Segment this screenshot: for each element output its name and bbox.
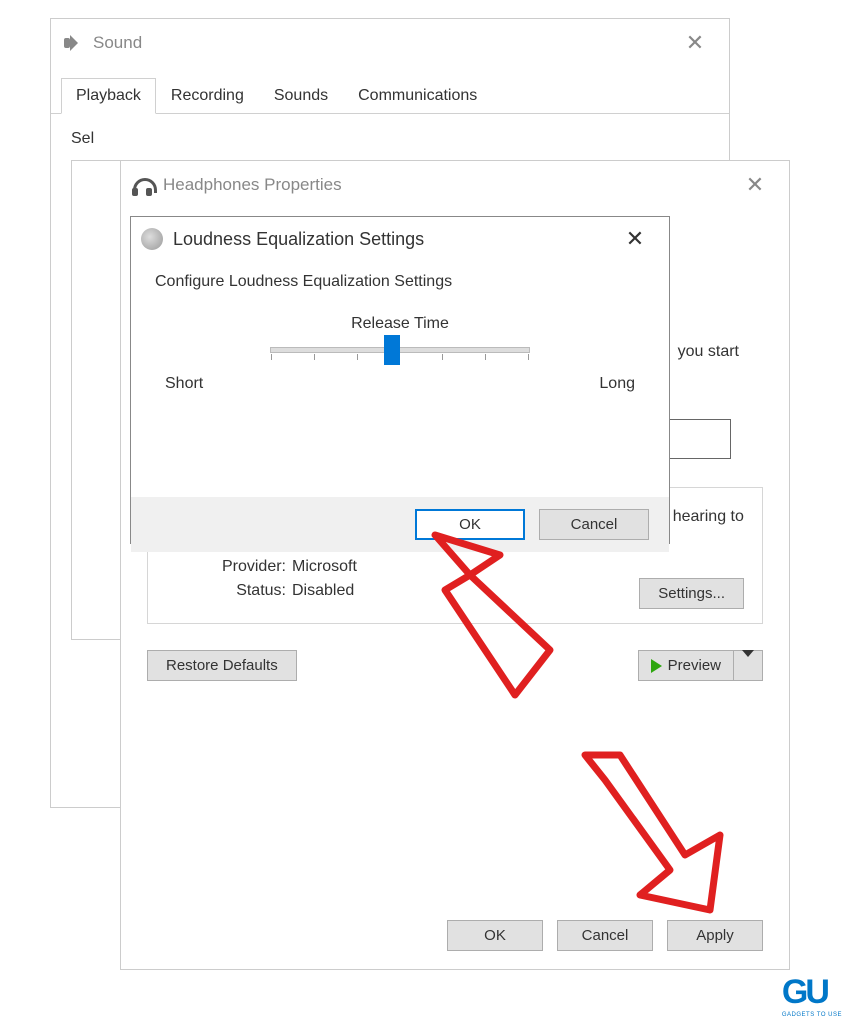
release-time-label: Release Time	[155, 315, 645, 333]
tab-communications[interactable]: Communications	[343, 78, 492, 114]
dialog-action-row: OK Cancel Apply	[147, 890, 763, 951]
preview-label: Preview	[668, 657, 721, 674]
watermark-text: GU	[782, 973, 827, 1011]
loudness-title: Loudness Equalization Settings	[173, 229, 424, 250]
restore-preview-row: Restore Defaults Preview	[147, 650, 763, 681]
watermark-logo: GU GADGETS TO USE	[782, 973, 842, 1018]
cancel-button[interactable]: Cancel	[557, 920, 653, 951]
slider-max-label: Long	[599, 375, 635, 393]
release-time-slider[interactable]	[270, 347, 530, 353]
tab-recording[interactable]: Recording	[156, 78, 259, 114]
preview-dropdown[interactable]	[734, 651, 762, 680]
loudness-action-row: OK Cancel	[131, 497, 669, 552]
loudness-subtitle: Configure Loudness Equalization Settings	[155, 273, 645, 291]
provider-value: Microsoft	[292, 558, 744, 576]
preview-split-button[interactable]: Preview	[638, 650, 763, 681]
config-text-fragment: you start	[678, 343, 739, 361]
close-icon[interactable]: ✕	[731, 172, 779, 198]
status-label: Status:	[166, 582, 286, 600]
loudness-body: Configure Loudness Equalization Settings…	[131, 261, 669, 497]
loudness-equalization-dialog: Loudness Equalization Settings ✕ Configu…	[130, 216, 670, 544]
sound-titlebar: Sound ✕	[51, 19, 729, 67]
play-icon	[651, 659, 662, 673]
loudness-icon	[141, 228, 163, 250]
close-icon[interactable]: ✕	[611, 226, 659, 252]
chevron-down-icon	[742, 650, 754, 674]
sound-tabs: Playback Recording Sounds Communications	[51, 67, 729, 114]
speaker-icon	[61, 32, 83, 54]
apply-button[interactable]: Apply	[667, 920, 763, 951]
ok-button[interactable]: OK	[415, 509, 525, 540]
slider-thumb[interactable]	[384, 335, 400, 365]
restore-defaults-button[interactable]: Restore Defaults	[147, 650, 297, 681]
slider-min-label: Short	[165, 375, 203, 393]
tab-sounds[interactable]: Sounds	[259, 78, 343, 114]
preview-button-main[interactable]: Preview	[639, 651, 734, 680]
provider-label: Provider:	[166, 558, 286, 576]
close-icon[interactable]: ✕	[671, 30, 719, 56]
sound-title: Sound	[93, 33, 142, 53]
settings-button[interactable]: Settings...	[639, 578, 744, 609]
tab-playback[interactable]: Playback	[61, 78, 156, 114]
playback-instruction: Sel	[71, 130, 709, 148]
cancel-button[interactable]: Cancel	[539, 509, 649, 540]
headphones-titlebar: Headphones Properties ✕	[121, 161, 789, 209]
slider-end-labels: Short Long	[165, 375, 635, 393]
ok-button[interactable]: OK	[447, 920, 543, 951]
headphones-icon	[131, 174, 153, 196]
headphones-title: Headphones Properties	[163, 175, 342, 195]
loudness-titlebar: Loudness Equalization Settings ✕	[131, 217, 669, 261]
watermark-subtext: GADGETS TO USE	[782, 1012, 842, 1018]
